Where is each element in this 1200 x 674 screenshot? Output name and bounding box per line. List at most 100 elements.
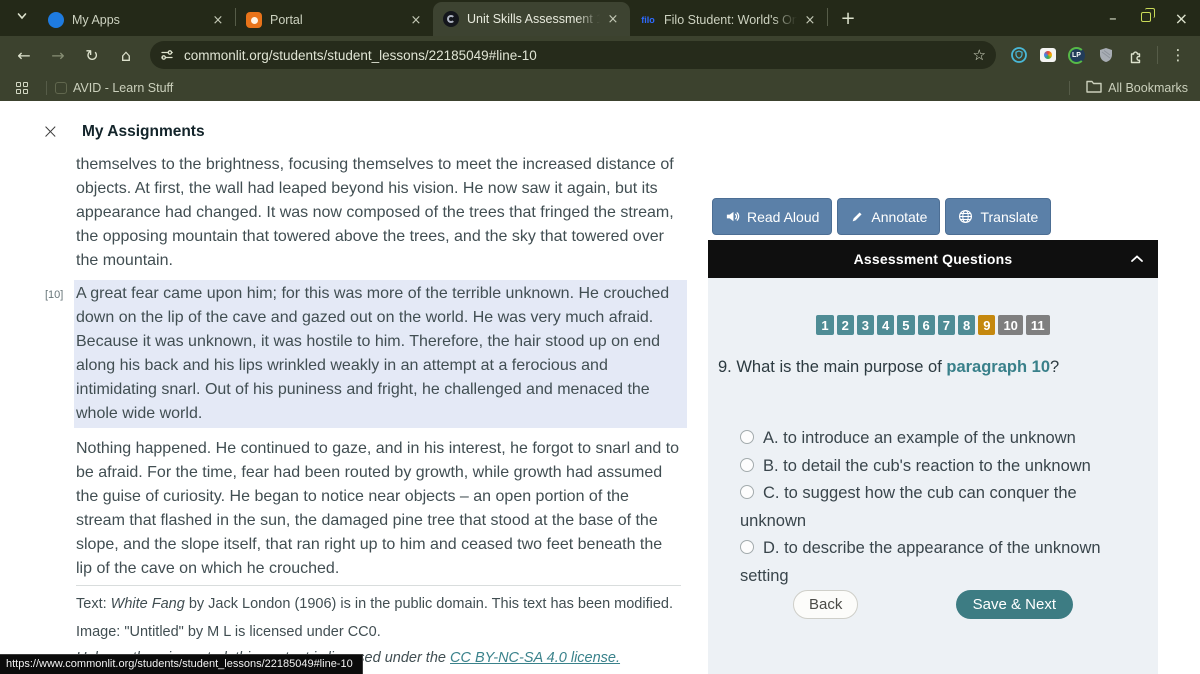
back-button[interactable]: ←: [10, 41, 38, 69]
question-number-2[interactable]: 2: [836, 315, 854, 335]
bookmarks-divider: [46, 80, 47, 95]
question-number-6[interactable]: 6: [917, 315, 935, 335]
window-controls: – ×: [1109, 0, 1188, 36]
question-number-1[interactable]: 1: [816, 315, 834, 335]
read-aloud-button[interactable]: Read Aloud: [712, 198, 833, 235]
tab-search-button[interactable]: [8, 4, 36, 32]
site-settings-icon[interactable]: [160, 48, 174, 62]
question-number-4[interactable]: 4: [877, 315, 895, 335]
answer-option[interactable]: B. to detail the cub's reaction to the u…: [740, 453, 1146, 481]
bookmark-item-avid[interactable]: AVID - Learn Stuff: [55, 81, 173, 95]
question-number-list: 1 2 3 4 5 6 7 8 9 10 11: [708, 278, 1158, 335]
answer-option-label: C. to suggest how the cub can conquer th…: [740, 484, 1077, 530]
tabs-container: My Apps×Portal×Unit Skills Assessment 1:…: [38, 0, 828, 36]
classlink-cloud-icon: [48, 12, 64, 28]
tab-title: Unit Skills Assessment 1: "Exce: [467, 12, 600, 26]
answer-options: A. to introduce an example of the unknow…: [740, 425, 1146, 590]
tab-title: My Apps: [72, 13, 120, 27]
close-tab-icon[interactable]: ×: [407, 11, 425, 29]
passage-action-buttons: Read Aloud Annotate Translate: [712, 198, 1052, 235]
browser-window: My Apps×Portal×Unit Skills Assessment 1:…: [0, 0, 1200, 674]
browser-tab[interactable]: filo Filo Student: World's Only Live ×: [630, 4, 827, 36]
extensions-puzzle-icon[interactable]: [1127, 46, 1145, 64]
action-button-label: Annotate: [871, 208, 928, 225]
paragraph-number-marker: [10]: [45, 289, 64, 301]
passage-paragraph: Nothing happened. He continued to gaze, …: [76, 440, 680, 577]
reload-button[interactable]: ↻: [78, 41, 106, 69]
browser-menu-button[interactable]: ⋮: [1166, 46, 1190, 64]
bookmark-star-icon[interactable]: ☆: [973, 46, 986, 64]
question-number-3[interactable]: 3: [856, 315, 875, 335]
bookmarks-bar: AVID - Learn Stuff All Bookmarks: [0, 74, 1200, 101]
tab-title: Filo Student: World's Only Live: [664, 13, 797, 27]
close-tab-icon[interactable]: ×: [209, 11, 227, 29]
browser-tab[interactable]: My Apps ×: [38, 4, 235, 36]
question-number-5[interactable]: 5: [897, 315, 915, 335]
question-number-8[interactable]: 8: [957, 315, 976, 335]
filo-logo-icon: filo: [641, 15, 655, 25]
assignments-close-button[interactable]: ×: [42, 119, 59, 143]
radio-button-icon[interactable]: [740, 430, 754, 444]
chevron-down-icon: [16, 9, 28, 27]
paragraph-10-link[interactable]: paragraph 10: [946, 358, 1050, 376]
page-shield-extension-icon[interactable]: [1010, 46, 1028, 64]
tab-strip: My Apps×Portal×Unit Skills Assessment 1:…: [0, 0, 1200, 36]
apps-grid-icon[interactable]: [16, 81, 28, 94]
status-bar-url: https://www.commonlit.org/students/stude…: [0, 654, 363, 674]
answer-option[interactable]: C. to suggest how the cub can conquer th…: [740, 480, 1146, 535]
toolbar-divider: [1157, 46, 1158, 64]
close-window-button[interactable]: ×: [1175, 9, 1188, 28]
answer-option-label: D. to describe the appearance of the unk…: [740, 539, 1101, 585]
home-button[interactable]: ⌂: [112, 41, 140, 69]
close-tab-icon[interactable]: ×: [604, 10, 622, 28]
browser-tab[interactable]: Portal ×: [236, 4, 433, 36]
minimize-button[interactable]: –: [1109, 9, 1117, 27]
question-number-9[interactable]: 9: [978, 315, 996, 335]
tab-divider: [827, 8, 828, 26]
highlighted-paragraph-10[interactable]: [10] A great fear came upon him; for thi…: [45, 280, 687, 428]
question-number-11[interactable]: 11: [1025, 315, 1050, 335]
answer-option[interactable]: A. to introduce an example of the unknow…: [740, 425, 1146, 453]
save-next-button[interactable]: Save & Next: [955, 590, 1073, 619]
answer-option[interactable]: D. to describe the appearance of the unk…: [740, 535, 1146, 590]
bookmark-label: AVID - Learn Stuff: [73, 80, 174, 95]
question-text: 9. What is the main purpose of paragraph…: [718, 358, 1060, 376]
close-tab-icon[interactable]: ×: [801, 11, 819, 29]
chevron-up-icon[interactable]: [1130, 254, 1144, 264]
question-number-10[interactable]: 10: [998, 315, 1023, 335]
lastpass-extension-icon[interactable]: LP: [1068, 46, 1085, 64]
text-credit-line: Text: White Fang by Jack London (1906) i…: [76, 596, 673, 612]
photos-extension-icon[interactable]: [1040, 48, 1056, 62]
new-tab-button[interactable]: +: [834, 4, 862, 32]
all-bookmarks-label: All Bookmarks: [1108, 80, 1188, 95]
radio-button-icon[interactable]: [740, 457, 754, 472]
assessment-questions-panel: 1 2 3 4 5 6 7 8 9 10 11 9. What is the main purpos…: [708, 278, 1158, 674]
address-bar[interactable]: commonlit.org/students/student_lessons/2…: [150, 41, 996, 69]
back-button[interactable]: Back: [793, 590, 859, 619]
question-number-7[interactable]: 7: [937, 315, 955, 335]
all-bookmarks-button[interactable]: All Bookmarks: [1086, 80, 1188, 96]
shield-gray-extension-icon[interactable]: [1097, 46, 1115, 64]
cc-license-link[interactable]: CC BY-NC-SA 4.0 license.: [450, 650, 620, 666]
globe-icon: [958, 209, 973, 224]
annotate-button[interactable]: Annotate: [837, 198, 941, 235]
radio-button-icon[interactable]: [740, 485, 754, 499]
bookmark-favicon: [55, 81, 67, 94]
forward-button[interactable]: →: [44, 41, 72, 69]
text-title-italic: White Fang: [110, 596, 185, 612]
assessment-questions-title: Assessment Questions: [853, 251, 1013, 267]
action-button-label: Translate: [980, 208, 1039, 225]
action-button-label: Read Aloud: [747, 208, 820, 225]
commonlit-logo-icon: [443, 11, 459, 27]
assessment-questions-header[interactable]: Assessment Questions: [708, 240, 1158, 278]
restore-button[interactable]: [1140, 8, 1155, 27]
radio-button-icon[interactable]: [740, 540, 754, 554]
page-content: × My Assignments themselves to the brigh…: [0, 101, 1200, 674]
speaker-icon: [725, 209, 740, 224]
browser-tab[interactable]: Unit Skills Assessment 1: "Exce ×: [433, 2, 630, 36]
restore-icon: [1140, 8, 1155, 22]
answer-option-label: A. to introduce an example of the unknow…: [763, 429, 1076, 447]
translate-button[interactable]: Translate: [945, 198, 1052, 235]
passage-paragraph: themselves to the brightness, focusing t…: [76, 156, 674, 269]
reading-passage: themselves to the brightness, focusing t…: [45, 153, 687, 674]
